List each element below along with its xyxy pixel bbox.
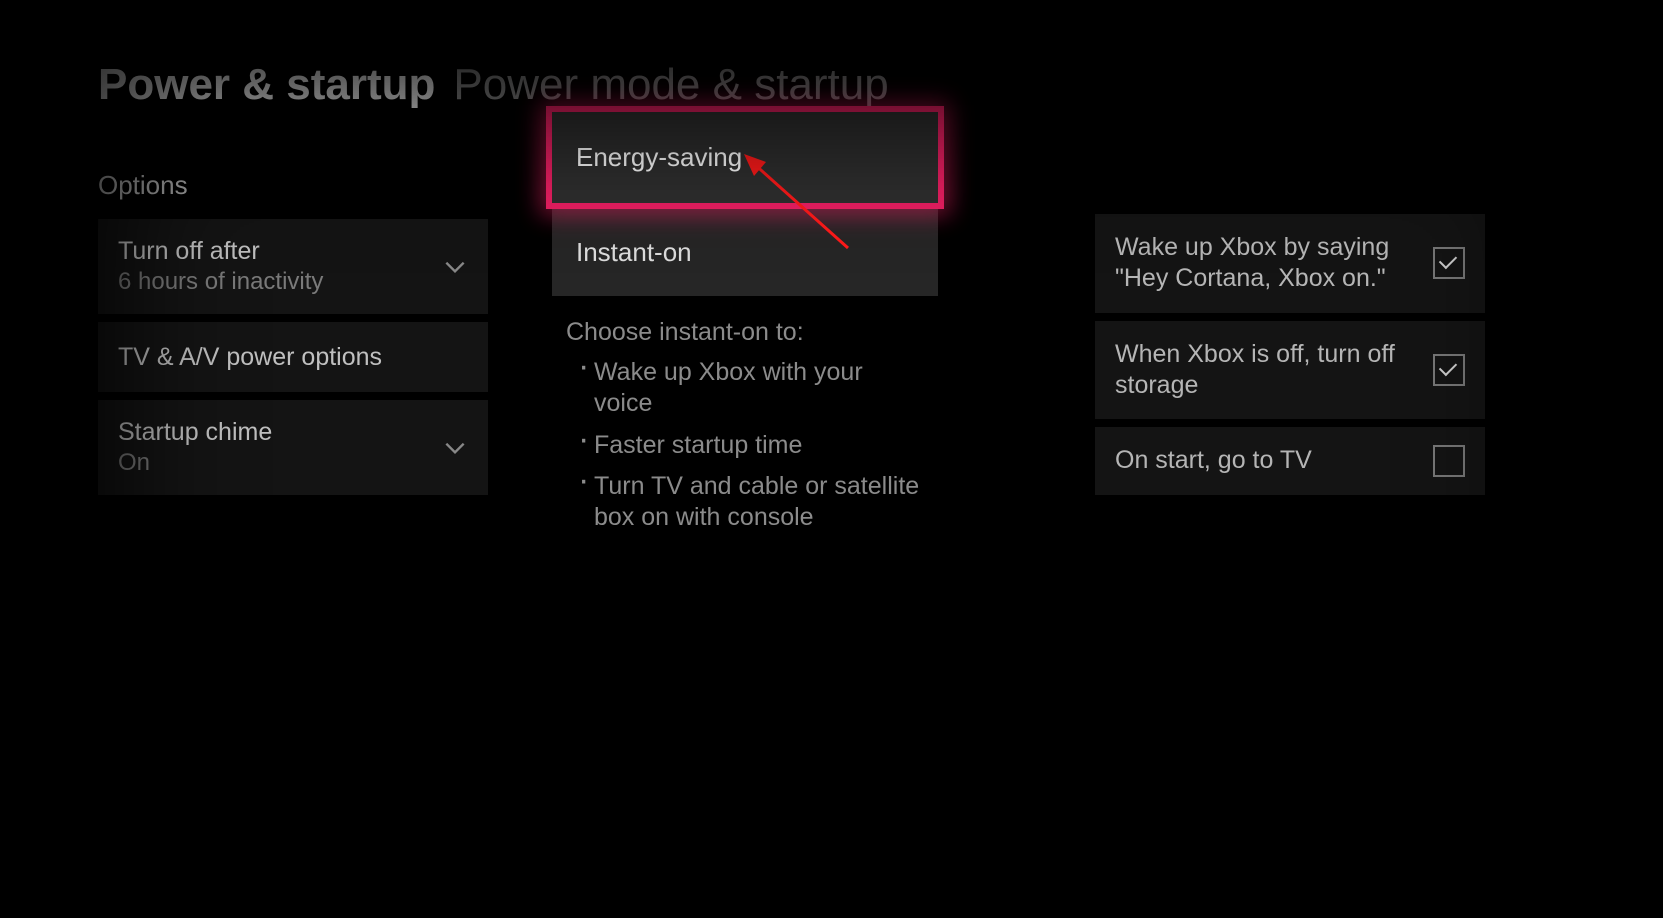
wake-xbox-cortana-toggle[interactable]: Wake up Xbox by saying "Hey Cortana, Xbo… [1095, 214, 1485, 313]
breadcrumb-parent[interactable]: Power & startup [98, 60, 435, 110]
power-mode-column: Energy-saving Instant-on Choose instant-… [552, 112, 938, 543]
options-heading: Options [98, 170, 488, 201]
instant-on-description: Choose instant-on to: Wake up Xbox with … [552, 318, 938, 533]
checkbox-label: On start, go to TV [1115, 445, 1417, 476]
checkbox-icon [1433, 247, 1465, 279]
turn-off-storage-toggle[interactable]: When Xbox is off, turn off storage [1095, 321, 1485, 420]
power-mode-label: Energy-saving [576, 142, 742, 172]
annotation-highlight-box: Energy-saving [546, 106, 944, 209]
description-bullet: Turn TV and cable or satellite box on wi… [580, 471, 924, 534]
option-value: 6 hours of inactivity [118, 268, 323, 296]
breadcrumb: Power & startup Power mode & startup [98, 60, 1565, 110]
options-column: Options Turn off after 6 hours of inacti… [98, 170, 488, 543]
description-bullet: Faster startup time [580, 430, 924, 461]
checkbox-icon [1433, 445, 1465, 477]
on-start-go-to-tv-toggle[interactable]: On start, go to TV [1095, 427, 1485, 495]
power-mode-energy-saving[interactable]: Energy-saving [552, 112, 938, 203]
breadcrumb-current: Power mode & startup [453, 60, 888, 110]
power-mode-label: Instant-on [576, 237, 692, 267]
startup-chime-option[interactable]: Startup chime On [98, 400, 488, 495]
checkbox-label: Wake up Xbox by saying "Hey Cortana, Xbo… [1115, 232, 1417, 295]
option-label: Turn off after [118, 237, 323, 266]
option-label: Startup chime [118, 418, 272, 447]
checkbox-column: Wake up Xbox by saying "Hey Cortana, Xbo… [1095, 170, 1485, 543]
power-startup-page: Power & startup Power mode & startup Opt… [0, 0, 1663, 918]
option-value: On [118, 449, 272, 477]
chevron-down-icon [442, 254, 468, 280]
option-label: TV & A/V power options [118, 343, 382, 372]
description-heading: Choose instant-on to: [566, 318, 924, 347]
turn-off-after-option[interactable]: Turn off after 6 hours of inactivity [98, 219, 488, 314]
power-mode-instant-on[interactable]: Instant-on [552, 209, 938, 296]
chevron-down-icon [442, 435, 468, 461]
tv-av-power-option[interactable]: TV & A/V power options [98, 322, 488, 392]
description-bullet: Wake up Xbox with your voice [580, 357, 924, 420]
checkbox-icon [1433, 354, 1465, 386]
checkbox-label: When Xbox is off, turn off storage [1115, 339, 1417, 402]
